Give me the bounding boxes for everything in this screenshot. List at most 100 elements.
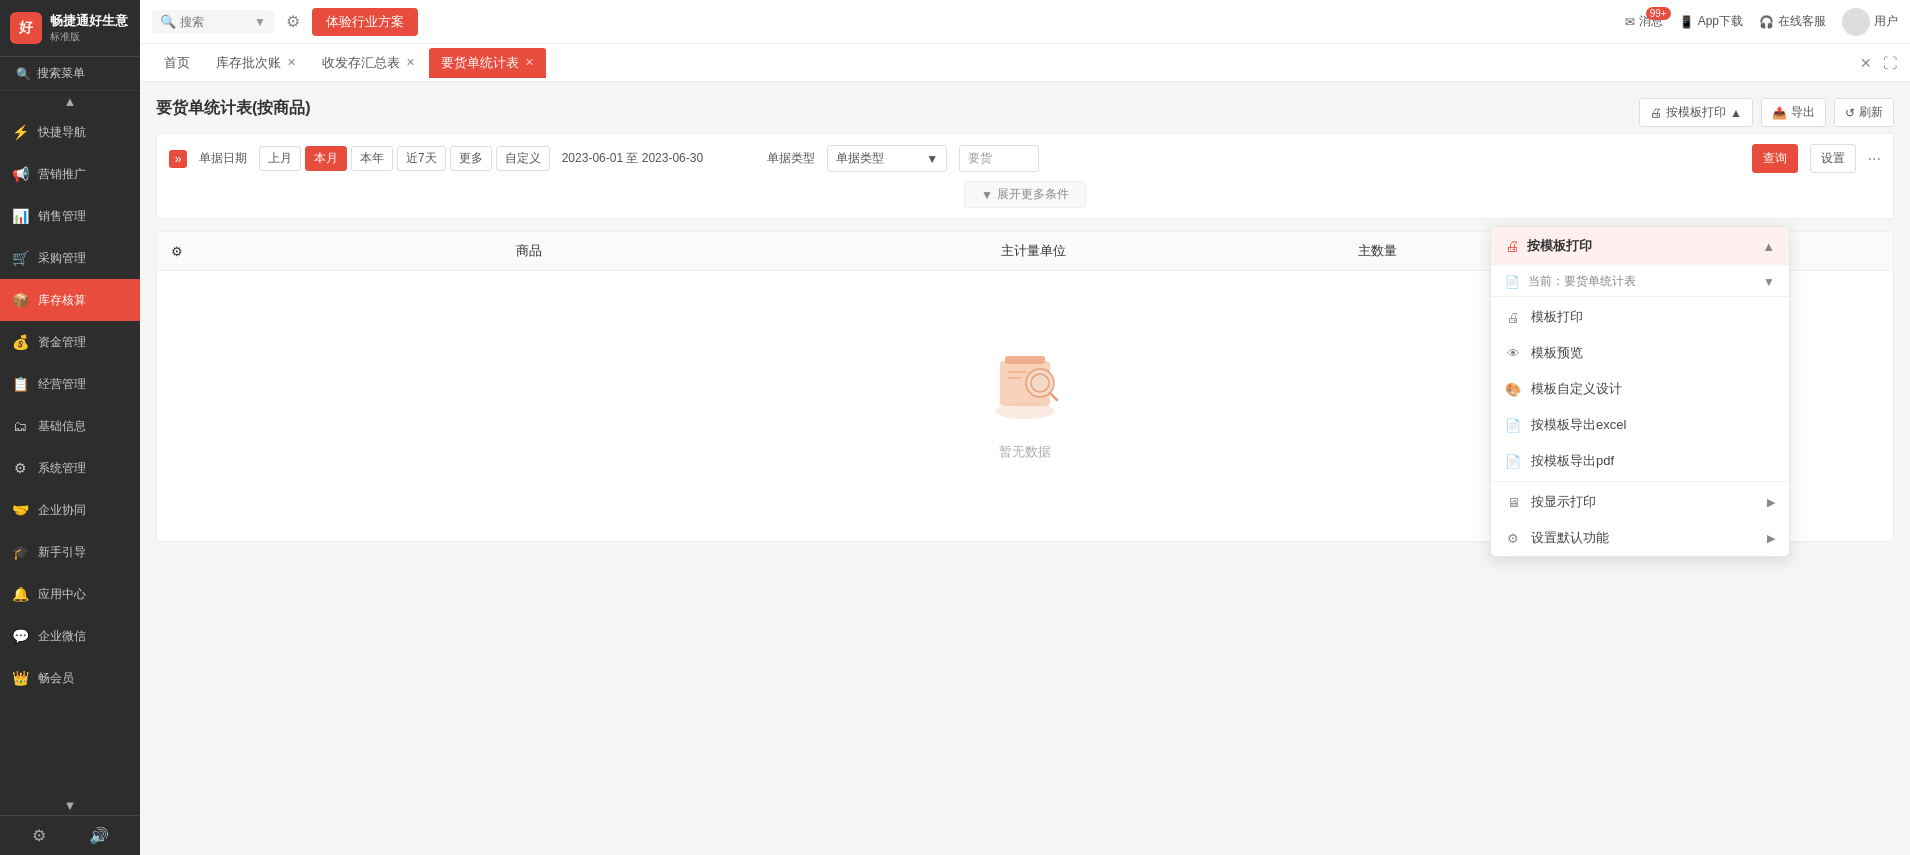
dp-group-default-func[interactable]: ⚙ 设置默认功能 ▶ [1491,520,1789,556]
th-settings[interactable]: ⚙ [157,234,197,269]
date-btn-more[interactable]: 更多 [450,146,492,171]
date-btn-prev-month[interactable]: 上月 [259,146,301,171]
filter-bar: » 单据日期 上月 本月 本年 近7天 更多 自定义 2023-06-01 至 … [156,133,1894,219]
sidebar-item-operation[interactable]: 📋 经营管理 [0,363,140,405]
sidebar-item-purchase[interactable]: 🛒 采购管理 [0,237,140,279]
topbar-search[interactable]: 🔍 ▼ [152,10,274,33]
topbar-settings-icon[interactable]: ⚙ [286,12,300,31]
settings-bottom-icon[interactable]: ⚙ [32,826,46,845]
sidebar-nav: ⚡ 快捷导航 📢 营销推广 📊 销售管理 🛒 采购管理 📦 库存核算 💰 资金管… [0,111,140,795]
page-title: 要货单统计表(按商品) [156,98,1894,119]
expand-window-btn[interactable]: ⛶ [1882,55,1898,71]
tab-home[interactable]: 首页 [152,48,202,78]
wechat-icon: 💬 [10,626,30,646]
dp-current-icon: 📄 [1505,275,1520,289]
sidebar-search[interactable]: 🔍 搜索菜单 [0,57,140,91]
main-content: 🔍 ▼ ⚙ 体验行业方案 ✉ 消息 99+ 📱 App下载 🎧 在线客服 用户 [140,0,1910,855]
print-dropdown-panel: 🖨 按模板打印 ▲ 📄 当前：要货单统计表 ▼ 🖨 模板打印 [1490,226,1790,557]
online-service-btn[interactable]: 🎧 在线客服 [1759,13,1826,30]
date-range-text: 2023-06-01 至 2023-06-30 [562,150,703,167]
avatar [1842,8,1870,36]
dp-group-display-print[interactable]: 🖥 按显示打印 ▶ [1491,484,1789,520]
sidebar-item-basic[interactable]: 🗂 基础信息 [0,405,140,447]
empty-text: 暂无数据 [999,443,1051,461]
trial-btn[interactable]: 体验行业方案 [312,8,418,36]
dp-default-func-chevron: ▶ [1767,532,1775,545]
close-window-btn[interactable]: ✕ [1858,55,1874,71]
sidebar-item-sales[interactable]: 📊 销售管理 [0,195,140,237]
th-product: 商品 [197,232,861,270]
sidebar-item-wechat[interactable]: 💬 企业微信 [0,615,140,657]
date-range: 上月 本月 本年 近7天 更多 自定义 [259,146,550,171]
settings-btn[interactable]: 设置 [1810,144,1856,173]
expand-more-row: ▼ 展开更多条件 [169,181,1881,208]
finance-icon: 💰 [10,332,30,352]
message-btn[interactable]: ✉ 消息 99+ [1625,13,1663,30]
sidebar-scroll-up[interactable]: ▲ [0,91,140,111]
svg-rect-6 [1007,371,1027,373]
user-avatar[interactable]: 用户 [1842,8,1898,36]
sidebar-item-quick-nav[interactable]: ⚡ 快捷导航 [0,111,140,153]
dp-template-preview-icon: 👁 [1505,346,1521,361]
dp-header[interactable]: 🖨 按模板打印 ▲ [1491,227,1789,265]
guide-icon: 🎓 [10,542,30,562]
dp-item-template-print[interactable]: 🖨 模板打印 [1491,299,1789,335]
dp-display-print-icon: 🖥 [1505,495,1521,510]
sidebar-item-system[interactable]: ⚙ 系统管理 [0,447,140,489]
sidebar-item-enterprise[interactable]: 🤝 企业协同 [0,489,140,531]
print-icon: 🖨 [1650,106,1662,120]
quick-nav-icon: ⚡ [10,122,30,142]
dp-template-excel-icon: 📄 [1505,418,1521,433]
tab-receipt-summary[interactable]: 收发存汇总表 ✕ [310,48,427,78]
dp-item-template-preview[interactable]: 👁 模板预览 [1491,335,1789,371]
order-type-select[interactable]: 单据类型 ▼ [827,145,947,172]
enterprise-icon: 🤝 [10,500,30,520]
tab-close-inventory-batch[interactable]: ✕ [287,56,296,69]
tab-order-summary[interactable]: 要货单统计表 ✕ [429,48,546,78]
tabs-bar: 首页 库存批次账 ✕ 收发存汇总表 ✕ 要货单统计表 ✕ ✕ ⛶ [140,44,1910,82]
sidebar-item-finance[interactable]: 💰 资金管理 [0,321,140,363]
export-icon: 📤 [1772,106,1787,120]
date-label: 单据日期 [199,150,247,167]
tag-select[interactable]: 要货 [959,145,1039,172]
topbar: 🔍 ▼ ⚙ 体验行业方案 ✉ 消息 99+ 📱 App下载 🎧 在线客服 用户 [140,0,1910,44]
date-btn-this-month[interactable]: 本月 [305,146,347,171]
print-chevron-icon: ▲ [1730,106,1742,120]
dp-current-template: 📄 当前：要货单统计表 ▼ [1491,265,1789,294]
column-settings-icon[interactable]: ⚙ [171,244,183,259]
sound-bottom-icon[interactable]: 🔊 [89,826,109,845]
message-icon: ✉ [1625,15,1635,29]
expand-more-btn[interactable]: ▼ 展开更多条件 [964,181,1086,208]
tab-close-receipt-summary[interactable]: ✕ [406,56,415,69]
dp-item-template-excel[interactable]: 📄 按模板导出excel [1491,407,1789,443]
app-download-btn[interactable]: 📱 App下载 [1679,13,1743,30]
tab-inventory-batch[interactable]: 库存批次账 ✕ [204,48,308,78]
sidebar-item-appstore[interactable]: 🔔 应用中心 [0,573,140,615]
sidebar-scroll-down[interactable]: ▼ [0,795,140,815]
refresh-btn[interactable]: ↺ 刷新 [1834,98,1894,127]
sidebar-item-guide[interactable]: 🎓 新手引导 [0,531,140,573]
dp-display-print-chevron: ▶ [1767,496,1775,509]
query-btn[interactable]: 查询 [1752,144,1798,173]
svg-line-5 [1050,393,1057,400]
dp-template-design-icon: 🎨 [1505,382,1521,397]
dp-item-template-pdf[interactable]: 📄 按模板导出pdf [1491,443,1789,479]
inventory-icon: 📦 [10,290,30,310]
dp-item-template-design[interactable]: 🎨 模板自定义设计 [1491,371,1789,407]
export-btn[interactable]: 📤 导出 [1761,98,1826,127]
date-btn-7days[interactable]: 近7天 [397,146,446,171]
sidebar-item-member[interactable]: 👑 畅会员 [0,657,140,699]
appstore-icon: 🔔 [10,584,30,604]
print-btn[interactable]: 🖨 按模板打印 ▲ [1639,98,1753,127]
topbar-dropdown-icon[interactable]: ▼ [254,15,266,29]
date-btn-this-year[interactable]: 本年 [351,146,393,171]
headset-icon: 🎧 [1759,15,1774,29]
sidebar-item-inventory[interactable]: 📦 库存核算 [0,279,140,321]
sidebar: 好 畅捷通好生意 标准版 🔍 搜索菜单 ▲ ⚡ 快捷导航 📢 营销推广 📊 销售… [0,0,140,855]
tab-close-order-summary[interactable]: ✕ [525,56,534,69]
more-options-icon[interactable]: ··· [1868,150,1881,168]
sidebar-item-marketing[interactable]: 📢 营销推广 [0,153,140,195]
date-btn-custom[interactable]: 自定义 [496,146,550,171]
search-input[interactable] [180,15,250,29]
filter-expand-btn[interactable]: » [169,150,187,168]
